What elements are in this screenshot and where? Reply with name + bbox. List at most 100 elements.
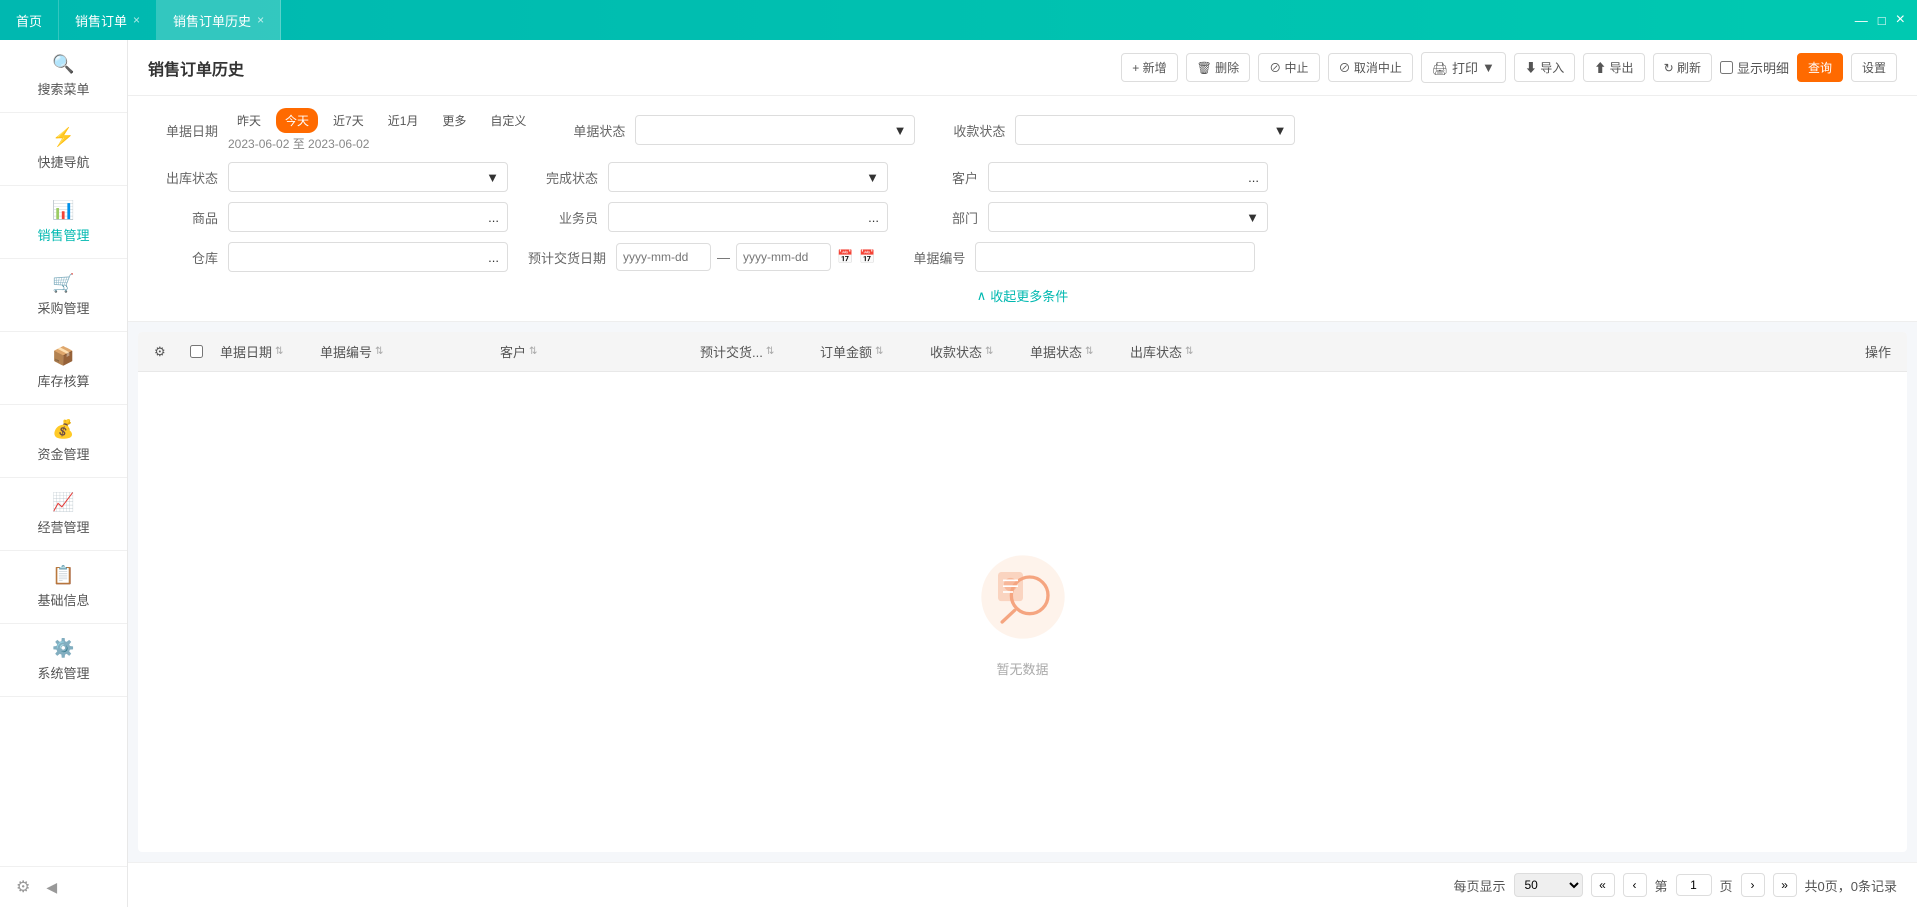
date-btn-custom[interactable]: 自定义 [481,108,535,133]
complete-status-select[interactable]: ▼ [608,162,888,192]
window-close-btn[interactable]: × [1896,11,1905,29]
sidebar-item-purchase-label: 采购管理 [37,298,89,317]
date-options-group: 昨天 今天 近7天 近1月 更多 自定义 [228,108,535,133]
th-date-label: 单据日期 [220,342,272,361]
display-detail-checkbox[interactable] [1720,61,1733,74]
sidebar-collapse-icon[interactable]: ◀ [46,879,57,896]
sidebar-item-system[interactable]: ⚙️ 系统管理 [0,624,127,697]
customer-select[interactable]: ... [988,162,1268,192]
doc-no-label: 单据编号 [895,248,975,267]
delete-button[interactable]: 🗑 删除 [1186,53,1251,82]
settings-button[interactable]: 设置 [1851,53,1897,82]
basic-info-icon: 📋 [52,565,74,586]
import-button[interactable]: ⬇ 导入 [1514,53,1575,82]
operations-icon: 📈 [52,492,74,513]
th-order-status[interactable]: 单据状态 ⇅ [1022,342,1122,361]
sidebar-item-finance[interactable]: 💰 资金管理 [0,405,127,478]
th-stock-status[interactable]: 出库状态 ⇅ [1122,342,1232,361]
sidebar-item-quick-nav[interactable]: ⚡ 快捷导航 [0,113,127,186]
doc-status-select[interactable]: ▼ [635,115,915,145]
th-customer[interactable]: 客户 ⇅ [492,342,692,361]
th-customer-label: 客户 [500,342,526,361]
th-pay-status[interactable]: 收款状态 ⇅ [922,342,1022,361]
department-select[interactable]: ▼ [988,202,1268,232]
warehouse-select[interactable]: ... [228,242,508,272]
tab-home[interactable]: 首页 [0,0,59,40]
doc-status-control: ▼ [635,115,915,145]
last-page-button[interactable]: » [1773,873,1797,897]
sidebar-item-purchase[interactable]: 🛒 采购管理 [0,259,127,332]
th-checkbox[interactable] [182,345,212,358]
next-page-button[interactable]: › [1741,873,1765,897]
refresh-button[interactable]: ↻ 刷新 [1653,53,1712,82]
customer-ellipsis-icon: ... [1248,170,1259,185]
date-btn-1month[interactable]: 近1月 [379,108,428,133]
display-detail-checkbox-label[interactable]: 显示明细 [1720,58,1789,77]
window-maximize-btn[interactable]: □ [1878,13,1886,28]
sidebar-item-sales-label: 销售管理 [37,225,89,244]
sidebar: 🔍 搜索菜单 ⚡ 快捷导航 📊 销售管理 🛒 采购管理 📦 库存核算 💰 资金管… [0,40,128,907]
tab-sales-order-history[interactable]: 销售订单历史 × [157,0,281,40]
sidebar-item-operations[interactable]: 📈 经营管理 [0,478,127,551]
sidebar-item-basic-info[interactable]: 📋 基础信息 [0,551,127,624]
cancel-stop-button[interactable]: ⊘ 取消中止 [1328,53,1413,82]
sidebar-item-quick-nav-label: 快捷导航 [37,152,89,171]
th-date[interactable]: 单据日期 ⇅ [212,342,312,361]
customer-label: 客户 [908,168,988,187]
th-delivery[interactable]: 预计交货... ⇅ [692,342,812,361]
pagination: 每页显示 10 20 50 100 « ‹ 第 1 页 › » 共0页，0条记录 [128,862,1917,907]
settings-col-icon: ⚙ [154,344,166,360]
first-page-button[interactable]: « [1591,873,1615,897]
export-button[interactable]: ⬆ 导出 [1583,53,1644,82]
page-header: 销售订单历史 + 新增 🗑 删除 ⊘ 中止 ⊘ 取消中止 🖨 打印 ▼ ⬇ 导入… [128,40,1917,96]
date-btn-today[interactable]: 今天 [276,108,318,133]
sidebar-item-sales[interactable]: 📊 销售管理 [0,186,127,259]
print-button[interactable]: 🖨 打印 ▼ [1421,52,1506,83]
doc-no-control [975,242,1255,272]
table-area: ⚙ 单据日期 ⇅ 单据编号 ⇅ 客户 ⇅ 预计交货... [138,332,1907,852]
stop-button[interactable]: ⊘ 中止 [1258,53,1319,82]
th-stock-status-sort-icon: ⇅ [1185,346,1193,357]
date-btn-more[interactable]: 更多 [433,108,475,133]
date-btn-7days[interactable]: 近7天 [324,108,373,133]
quick-nav-icon: ⚡ [52,127,74,148]
date-btn-yesterday[interactable]: 昨天 [228,108,270,133]
delivery-date-from-input[interactable] [616,243,711,271]
tab-sales-order-close[interactable]: × [133,13,140,27]
filter-row-goods: 商品 ... 业务员 ... 部门 [148,202,1897,232]
th-settings[interactable]: ⚙ [146,344,182,360]
sidebar-item-inventory[interactable]: 📦 库存核算 [0,332,127,405]
th-no[interactable]: 单据编号 ⇅ [312,342,492,361]
th-no-label: 单据编号 [320,342,372,361]
sales-icon: 📊 [52,200,74,221]
doc-no-input[interactable] [975,242,1255,272]
per-page-select[interactable]: 10 20 50 100 [1514,873,1583,897]
delivery-date-to-input[interactable] [736,243,831,271]
prev-page-button[interactable]: ‹ [1623,873,1647,897]
tab-sales-order-history-label: 销售订单历史 [173,11,251,30]
tab-sales-order-history-close[interactable]: × [257,13,264,27]
sidebar-settings-icon[interactable]: ⚙ [16,877,30,897]
goods-control: ... [228,202,508,232]
calendar-to-icon[interactable]: 📅 [859,249,875,265]
filter-row-warehouse: 仓库 ... 预计交货日期 — 📅 📅 单据编号 [148,242,1897,272]
salesperson-select[interactable]: ... [608,202,888,232]
tab-sales-order[interactable]: 销售订单 × [59,0,157,40]
select-all-checkbox[interactable] [190,345,203,358]
pay-status-label: 收款状态 [935,121,1015,140]
new-button[interactable]: + 新增 [1121,53,1177,82]
content-area: 销售订单历史 + 新增 🗑 删除 ⊘ 中止 ⊘ 取消中止 🖨 打印 ▼ ⬇ 导入… [128,40,1917,907]
th-amount-sort-icon: ⇅ [875,346,883,357]
goods-select[interactable]: ... [228,202,508,232]
sidebar-item-search[interactable]: 🔍 搜索菜单 [0,40,127,113]
stock-out-status-select[interactable]: ▼ [228,162,508,192]
collapse-row[interactable]: ∧ 收起更多条件 [148,282,1897,309]
query-button[interactable]: 查询 [1797,53,1843,82]
page-suffix-label: 页 [1720,876,1733,895]
th-date-sort-icon: ⇅ [275,346,283,357]
window-minimize-btn[interactable]: — [1855,13,1868,28]
current-page-input[interactable]: 1 [1676,874,1712,896]
pay-status-select[interactable]: ▼ [1015,115,1295,145]
calendar-from-icon[interactable]: 📅 [837,249,853,265]
th-amount[interactable]: 订单金额 ⇅ [812,342,922,361]
